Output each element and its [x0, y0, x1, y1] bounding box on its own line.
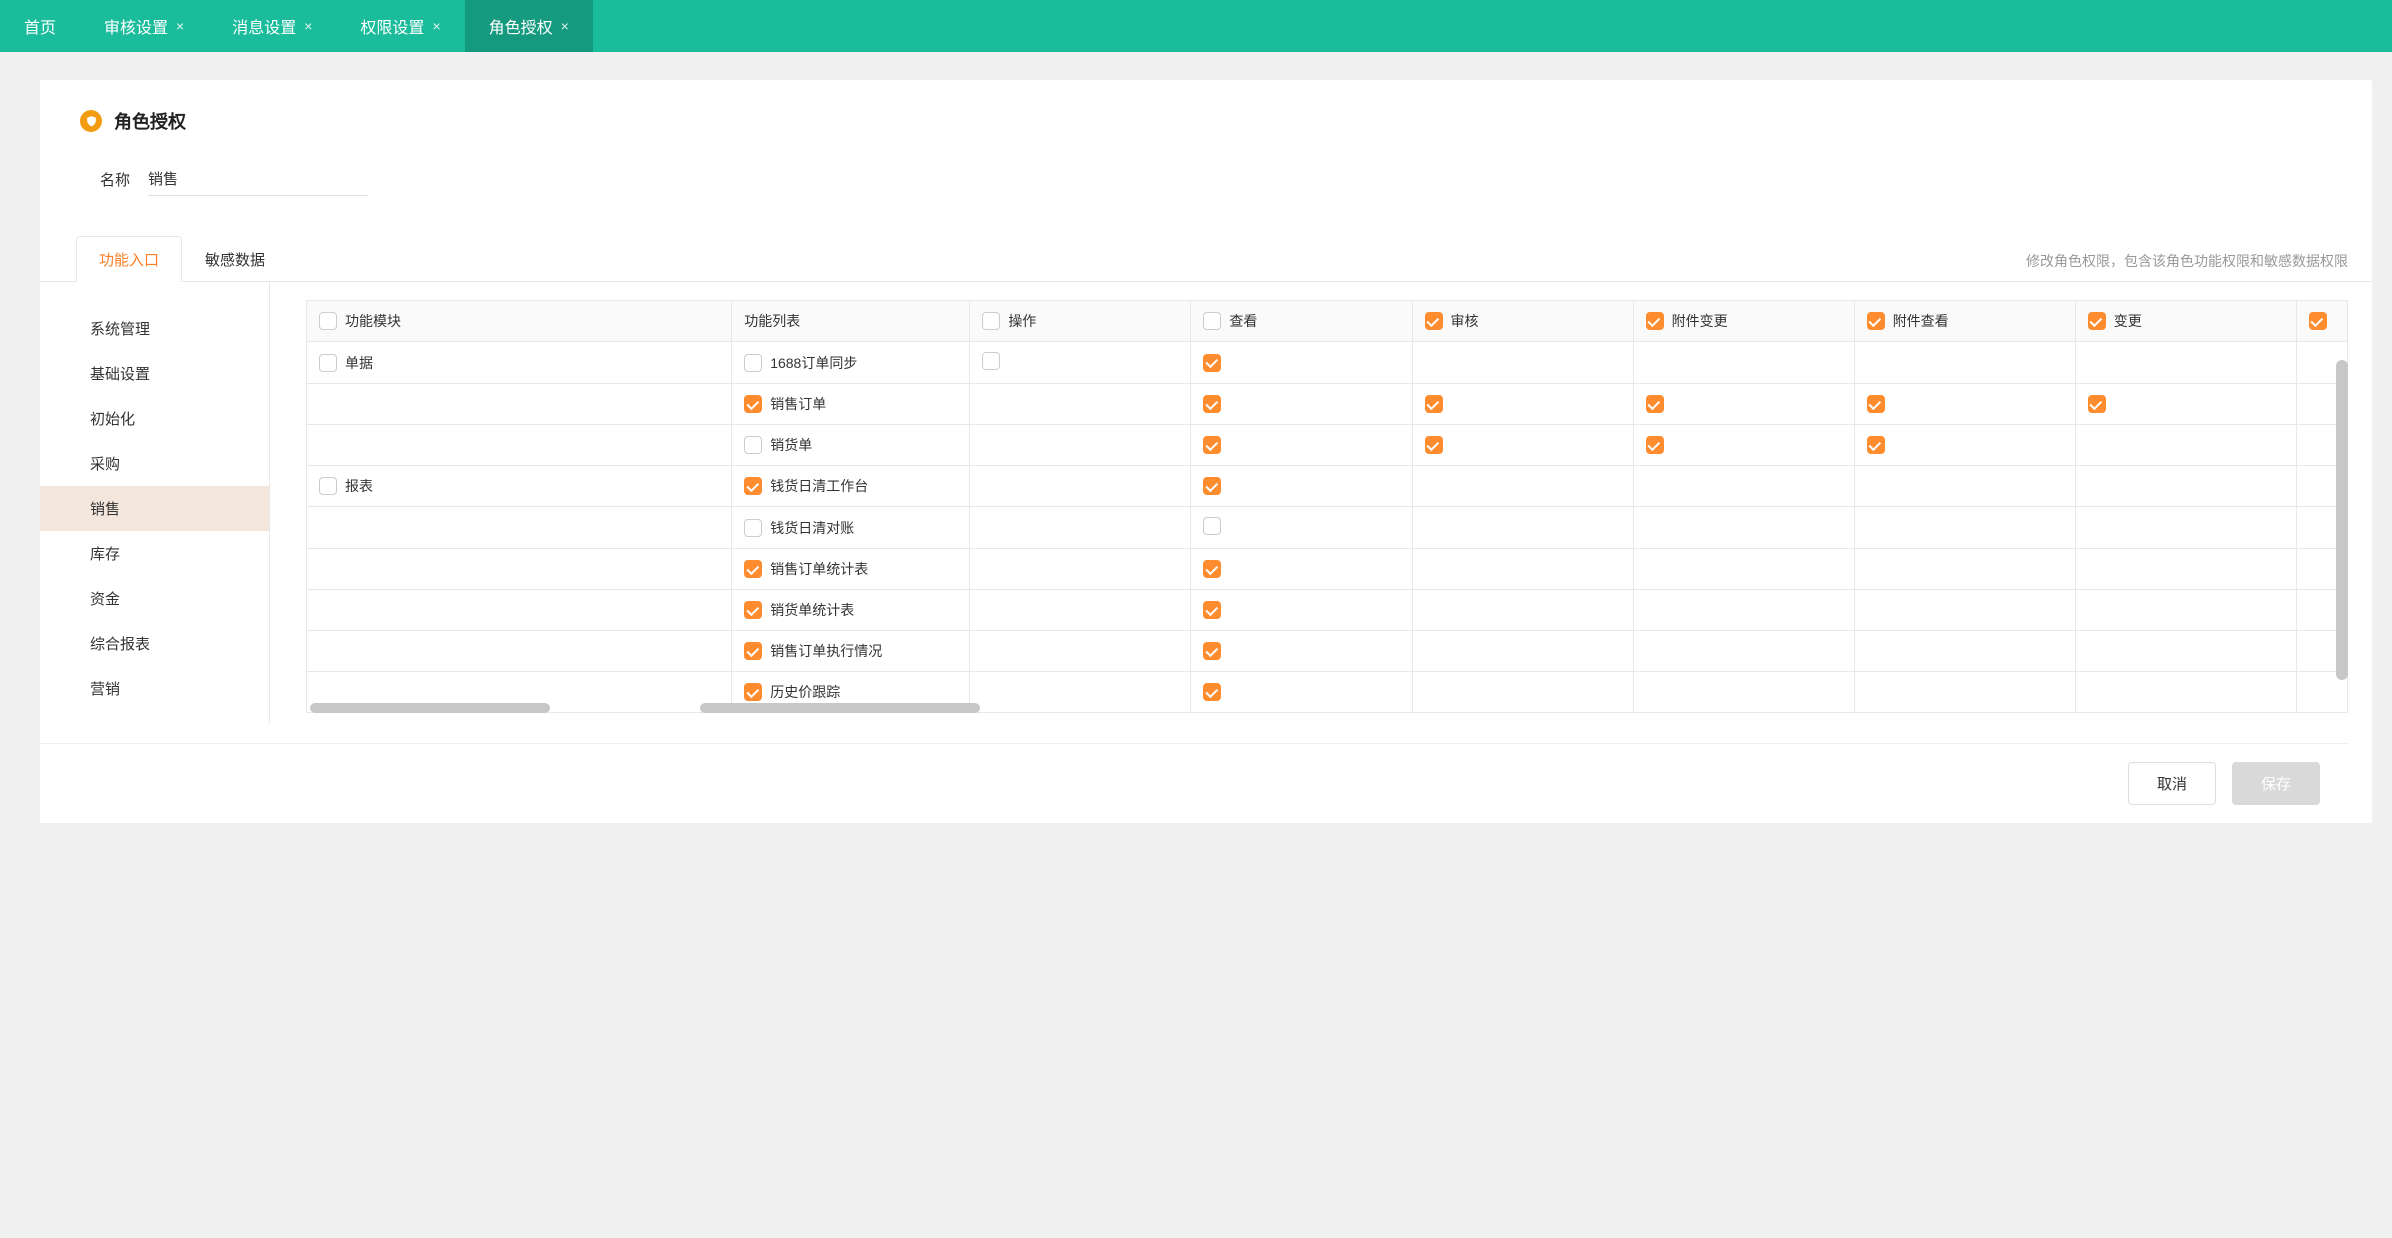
function-label: 销售订单统计表 — [770, 559, 868, 579]
top-tab[interactable]: 消息设置× — [208, 0, 336, 52]
function-label: 钱货日清对账 — [770, 518, 854, 538]
top-tab[interactable]: 首页 — [0, 0, 80, 52]
header-label: 查看 — [1229, 311, 1257, 331]
function-checkbox[interactable] — [744, 560, 762, 578]
sidebar-item[interactable]: 综合报表 — [40, 621, 269, 666]
header-checkbox-operate[interactable] — [982, 312, 1000, 330]
function-checkbox[interactable] — [744, 601, 762, 619]
function-checkbox[interactable] — [744, 642, 762, 660]
name-input[interactable]: 销售 — [148, 162, 368, 196]
table-row: 销售订单 — [307, 384, 2348, 425]
perm-checkbox[interactable] — [1203, 683, 1221, 701]
perm-checkbox[interactable] — [1203, 436, 1221, 454]
table-row: 销货单 — [307, 425, 2348, 466]
sidebar-item[interactable]: 资金 — [40, 576, 269, 621]
sidebar-item[interactable]: 基础设置 — [40, 351, 269, 396]
perm-checkbox[interactable] — [1203, 642, 1221, 660]
sub-tab-bar: 功能入口敏感数据 — [76, 236, 288, 281]
perm-checkbox[interactable] — [1646, 395, 1664, 413]
close-icon[interactable]: × — [561, 18, 569, 34]
operate-checkbox[interactable] — [982, 352, 1000, 370]
permission-table-wrap: 功能模块 功能列表 操作 查看 审核 附件变更 附件查看 变更 单据 1688订单同步销售订单销… — [270, 282, 2372, 723]
function-label: 钱货日清工作台 — [770, 476, 868, 496]
header-checkbox-last[interactable] — [2309, 312, 2327, 330]
function-label: 销货单 — [770, 435, 812, 455]
header-checkbox-perm[interactable] — [1425, 312, 1443, 330]
header-label: 功能列表 — [744, 311, 800, 331]
header-checkbox-perm[interactable] — [2088, 312, 2106, 330]
table-row: 销售订单统计表 — [307, 549, 2348, 590]
function-label: 历史价跟踪 — [770, 682, 840, 702]
perm-checkbox[interactable] — [1203, 354, 1221, 372]
function-checkbox[interactable] — [744, 519, 762, 537]
top-tab[interactable]: 审核设置× — [80, 0, 208, 52]
header-label: 功能模块 — [345, 311, 401, 331]
module-checkbox[interactable] — [319, 354, 337, 372]
sidebar-item[interactable]: 库存 — [40, 531, 269, 576]
page-title: 角色授权 — [114, 108, 186, 134]
function-checkbox[interactable] — [744, 477, 762, 495]
table-row: 钱货日清对账 — [307, 507, 2348, 549]
sidebar-item[interactable]: 采购 — [40, 441, 269, 486]
function-label: 销售订单执行情况 — [770, 641, 882, 661]
function-label: 1688订单同步 — [770, 353, 857, 373]
perm-checkbox[interactable] — [1203, 601, 1221, 619]
module-checkbox[interactable] — [319, 477, 337, 495]
function-checkbox[interactable] — [744, 683, 762, 701]
function-label: 销售订单 — [770, 394, 826, 414]
table-row: 销货单统计表 — [307, 590, 2348, 631]
module-label: 报表 — [345, 476, 373, 496]
header-label: 变更 — [2114, 311, 2142, 331]
save-button[interactable]: 保存 — [2232, 762, 2320, 805]
footer-bar: 取消 保存 — [40, 743, 2348, 823]
cancel-button[interactable]: 取消 — [2128, 762, 2216, 805]
header-checkbox-module[interactable] — [319, 312, 337, 330]
function-checkbox[interactable] — [744, 436, 762, 454]
close-icon[interactable]: × — [432, 18, 440, 34]
top-tab[interactable]: 权限设置× — [336, 0, 464, 52]
table-row: 销售订单执行情况 — [307, 631, 2348, 672]
perm-checkbox[interactable] — [1867, 436, 1885, 454]
shield-icon — [80, 110, 102, 132]
sidebar-item[interactable]: 营销 — [40, 666, 269, 711]
sidebar-item[interactable]: 系统管理 — [40, 306, 269, 351]
function-checkbox[interactable] — [744, 354, 762, 372]
perm-checkbox[interactable] — [1203, 477, 1221, 495]
perm-checkbox[interactable] — [1203, 517, 1221, 535]
perm-checkbox[interactable] — [1646, 436, 1664, 454]
header-checkbox-perm[interactable] — [1646, 312, 1664, 330]
perm-checkbox[interactable] — [2088, 395, 2106, 413]
module-label: 单据 — [345, 353, 373, 373]
close-icon[interactable]: × — [304, 18, 312, 34]
horizontal-scrollbar[interactable] — [306, 703, 2348, 713]
sub-tab[interactable]: 功能入口 — [76, 236, 182, 282]
function-label: 销货单统计表 — [770, 600, 854, 620]
perm-checkbox[interactable] — [1203, 395, 1221, 413]
vertical-scrollbar[interactable] — [2336, 360, 2348, 680]
sidebar-item[interactable]: 销售 — [40, 486, 269, 531]
table-row: 单据 1688订单同步 — [307, 342, 2348, 384]
perm-checkbox[interactable] — [1425, 395, 1443, 413]
top-tab[interactable]: 角色授权× — [465, 0, 593, 52]
function-checkbox[interactable] — [744, 395, 762, 413]
sidebar-item[interactable]: 初始化 — [40, 396, 269, 441]
header-label: 审核 — [1451, 311, 1479, 331]
sub-tab[interactable]: 敏感数据 — [182, 236, 288, 282]
close-icon[interactable]: × — [176, 18, 184, 34]
category-sidebar: 系统管理基础设置初始化采购销售库存资金综合报表营销 — [40, 282, 270, 723]
permission-table: 功能模块 功能列表 操作 查看 审核 附件变更 附件查看 变更 单据 1688订单同步销售订单销… — [306, 300, 2348, 713]
header-checkbox-perm[interactable] — [1203, 312, 1221, 330]
main-card: 角色授权 名称 销售 功能入口敏感数据 修改角色权限，包含该角色功能权限和敏感数… — [40, 80, 2372, 823]
table-row: 报表 钱货日清工作台 — [307, 466, 2348, 507]
perm-checkbox[interactable] — [1425, 436, 1443, 454]
top-tab-bar: 首页审核设置×消息设置×权限设置×角色授权× — [0, 0, 2392, 52]
header-label: 附件变更 — [1672, 311, 1728, 331]
header-label: 附件查看 — [1893, 311, 1949, 331]
name-label: 名称 — [100, 169, 130, 190]
header-checkbox-perm[interactable] — [1867, 312, 1885, 330]
perm-checkbox[interactable] — [1203, 560, 1221, 578]
perm-checkbox[interactable] — [1867, 395, 1885, 413]
header-label: 操作 — [1008, 311, 1036, 331]
hint-text: 修改角色权限，包含该角色功能权限和敏感数据权限 — [2026, 251, 2348, 281]
